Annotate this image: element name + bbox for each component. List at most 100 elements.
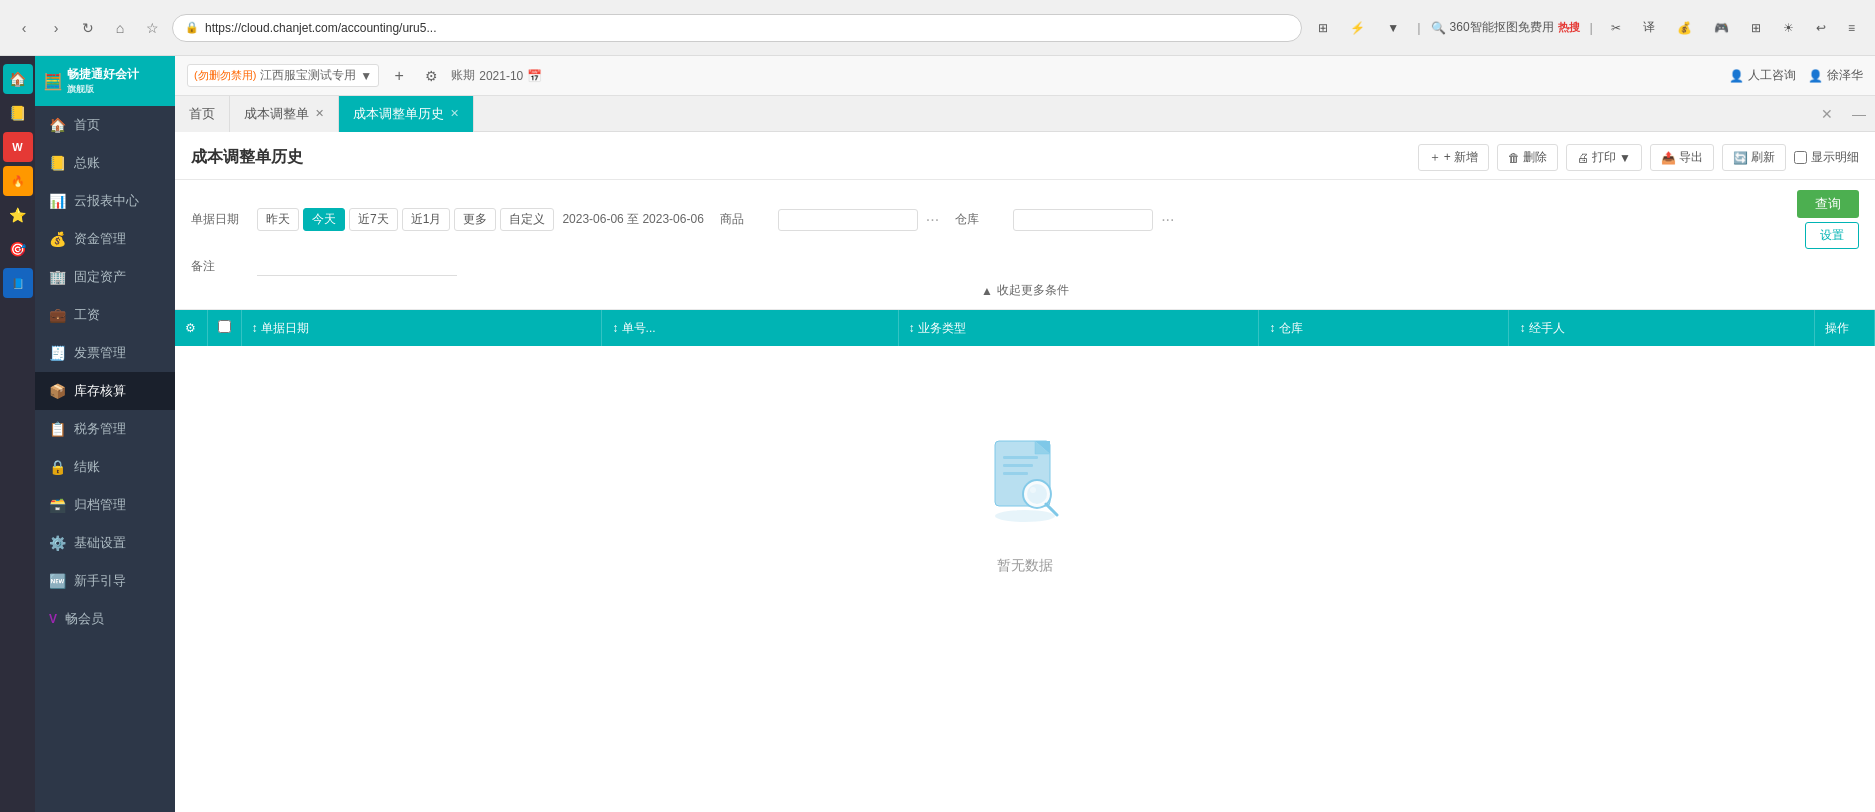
note-input[interactable]: [257, 257, 457, 276]
grid-tool[interactable]: ⊞: [1743, 19, 1769, 37]
reload-button[interactable]: ↻: [76, 16, 100, 40]
close-panel-button[interactable]: ✕: [1815, 102, 1839, 126]
icon-strip-app3[interactable]: ⭐: [3, 200, 33, 230]
tab-home-label: 首页: [189, 105, 215, 123]
company-settings-button[interactable]: ⚙: [419, 64, 443, 88]
sidebar-item-tax[interactable]: 📋 税务管理: [35, 410, 175, 448]
scissors-tool[interactable]: ✂: [1603, 19, 1629, 37]
th-number[interactable]: ↕ 单号...: [602, 310, 898, 346]
back-button[interactable]: ‹: [12, 16, 36, 40]
select-all-checkbox[interactable]: [218, 320, 231, 333]
page-title: 成本调整单历史: [191, 147, 303, 168]
bookmark-button[interactable]: ☆: [140, 16, 164, 40]
table-head: ⚙ ↕ 单据日期 ↕ 单号... ↕ 业务类型: [175, 310, 1875, 346]
date-filter: 昨天 今天 近7天 近1月 更多 自定义 2023-06-06 至 2023-0…: [257, 208, 704, 231]
sidebar-item-home[interactable]: 🏠 首页: [35, 106, 175, 144]
new-button[interactable]: ＋ + 新增: [1418, 144, 1489, 171]
sidebar-item-fund[interactable]: 💰 资金管理: [35, 220, 175, 258]
home-button[interactable]: ⌂: [108, 16, 132, 40]
delete-button[interactable]: 🗑 删除: [1497, 144, 1558, 171]
user-profile-button[interactable]: 👤 徐泽华: [1808, 67, 1863, 84]
goods-input[interactable]: [778, 209, 918, 231]
customer-service-button[interactable]: 👤 人工咨询: [1729, 67, 1796, 84]
search-360-label: 360智能抠图免费用: [1450, 19, 1554, 36]
icon-strip-app2[interactable]: 🔥: [3, 166, 33, 196]
show-col-toggle[interactable]: 显示明细: [1794, 149, 1859, 166]
sidebar-item-member[interactable]: V 畅会员: [35, 600, 175, 638]
tab-home[interactable]: 首页: [175, 96, 230, 132]
warehouse-dots[interactable]: ···: [1161, 211, 1174, 229]
date-last1m[interactable]: 近1月: [402, 208, 451, 231]
date-filter-label: 单据日期: [191, 211, 241, 228]
company-selector[interactable]: (勿删勿禁用) 江西服宝测试专用 ▼: [187, 64, 379, 87]
lightning-button[interactable]: ⚡: [1342, 19, 1373, 37]
new-icon: ＋: [1429, 149, 1441, 166]
address-bar[interactable]: 🔒 https://cloud.chanjet.com/accounting/u…: [172, 14, 1302, 42]
collapse-label: 收起更多条件: [997, 282, 1069, 299]
sidebar-item-asset[interactable]: 🏢 固定资产: [35, 258, 175, 296]
date-range-text: 2023-06-06 至 2023-06-06: [562, 211, 703, 228]
game-tool[interactable]: 🎮: [1706, 19, 1737, 37]
tab-cost-adjust[interactable]: 成本调整单 ✕: [230, 96, 339, 132]
sidebar-item-guide[interactable]: 🆕 新手引导: [35, 562, 175, 600]
icon-strip-home[interactable]: 🏠: [3, 64, 33, 94]
sidebar-item-invoice[interactable]: 🧾 发票管理: [35, 334, 175, 372]
icon-strip-app4[interactable]: 🎯: [3, 234, 33, 264]
date-more[interactable]: 更多: [454, 208, 496, 231]
extensions-button[interactable]: ⊞: [1310, 19, 1336, 37]
sun-tool[interactable]: ☀: [1775, 19, 1802, 37]
goods-dots[interactable]: ···: [926, 211, 939, 229]
th-handler[interactable]: ↕ 经手人: [1509, 310, 1815, 346]
th-warehouse[interactable]: ↕ 仓库: [1259, 310, 1509, 346]
filter-row-2: 备注: [191, 257, 1859, 276]
icon-strip-app1[interactable]: W: [3, 132, 33, 162]
th-number-label: ↕ 单号...: [612, 321, 655, 335]
settings-nav-icon: ⚙️: [49, 535, 66, 551]
date-today[interactable]: 今天: [303, 208, 345, 231]
th-business-type[interactable]: ↕ 业务类型: [898, 310, 1259, 346]
th-checkbox[interactable]: [207, 310, 241, 346]
th-gear[interactable]: ⚙: [175, 310, 207, 346]
sidebar-item-settings[interactable]: ⚙️ 基础设置: [35, 524, 175, 562]
th-date[interactable]: ↕ 单据日期: [241, 310, 602, 346]
settings-button[interactable]: 设置: [1805, 222, 1859, 249]
collapse-button[interactable]: ▲ 收起更多条件: [981, 282, 1069, 299]
sidebar-item-salary[interactable]: 💼 工资: [35, 296, 175, 334]
query-button[interactable]: 查询: [1797, 190, 1859, 218]
sidebar-logo: 🧮 畅捷通好会计 旗舰版: [35, 56, 175, 106]
undo-tool[interactable]: ↩: [1808, 19, 1834, 37]
sidebar-item-report[interactable]: 📊 云报表中心: [35, 182, 175, 220]
expand-button[interactable]: ▼: [1379, 19, 1407, 37]
print-label: 打印: [1592, 149, 1616, 166]
menu-tool[interactable]: ≡: [1840, 19, 1863, 37]
tab-history-close[interactable]: ✕: [450, 107, 459, 120]
date-last7[interactable]: 近7天: [349, 208, 398, 231]
refresh-label: 刷新: [1751, 149, 1775, 166]
icon-strip-app5[interactable]: 📘: [3, 268, 33, 298]
calendar-icon: 📅: [527, 69, 542, 83]
sidebar-item-ledger[interactable]: 📒 总账: [35, 144, 175, 182]
forward-button[interactable]: ›: [44, 16, 68, 40]
add-company-button[interactable]: +: [387, 64, 411, 88]
sidebar-label-asset: 固定资产: [74, 268, 126, 286]
data-table: ⚙ ↕ 单据日期 ↕ 单号... ↕ 业务类型: [175, 310, 1875, 346]
sidebar-item-archive[interactable]: 🗃️ 归档管理: [35, 486, 175, 524]
refresh-button[interactable]: 🔄 刷新: [1722, 144, 1786, 171]
print-button[interactable]: 🖨 打印 ▼: [1566, 144, 1642, 171]
date-custom[interactable]: 自定义: [500, 208, 554, 231]
icon-strip: 🏠 📒 W 🔥 ⭐ 🎯 📘: [0, 56, 35, 812]
th-action: 操作: [1815, 310, 1875, 346]
tab-cost-adjust-close[interactable]: ✕: [315, 107, 324, 120]
sidebar-item-closing[interactable]: 🔒 结账: [35, 448, 175, 486]
show-col-checkbox[interactable]: [1794, 151, 1807, 164]
wallet-tool[interactable]: 💰: [1669, 19, 1700, 37]
sidebar-item-inventory[interactable]: 📦 库存核算: [35, 372, 175, 410]
translate-tool[interactable]: 译: [1635, 17, 1663, 38]
icon-strip-ledger[interactable]: 📒: [3, 98, 33, 128]
guide-nav-icon: 🆕: [49, 573, 66, 589]
tab-cost-adjust-history[interactable]: 成本调整单历史 ✕: [339, 96, 474, 132]
export-button[interactable]: 📤 导出: [1650, 144, 1714, 171]
minimize-panel-button[interactable]: —: [1847, 102, 1871, 126]
warehouse-input[interactable]: [1013, 209, 1153, 231]
date-yesterday[interactable]: 昨天: [257, 208, 299, 231]
